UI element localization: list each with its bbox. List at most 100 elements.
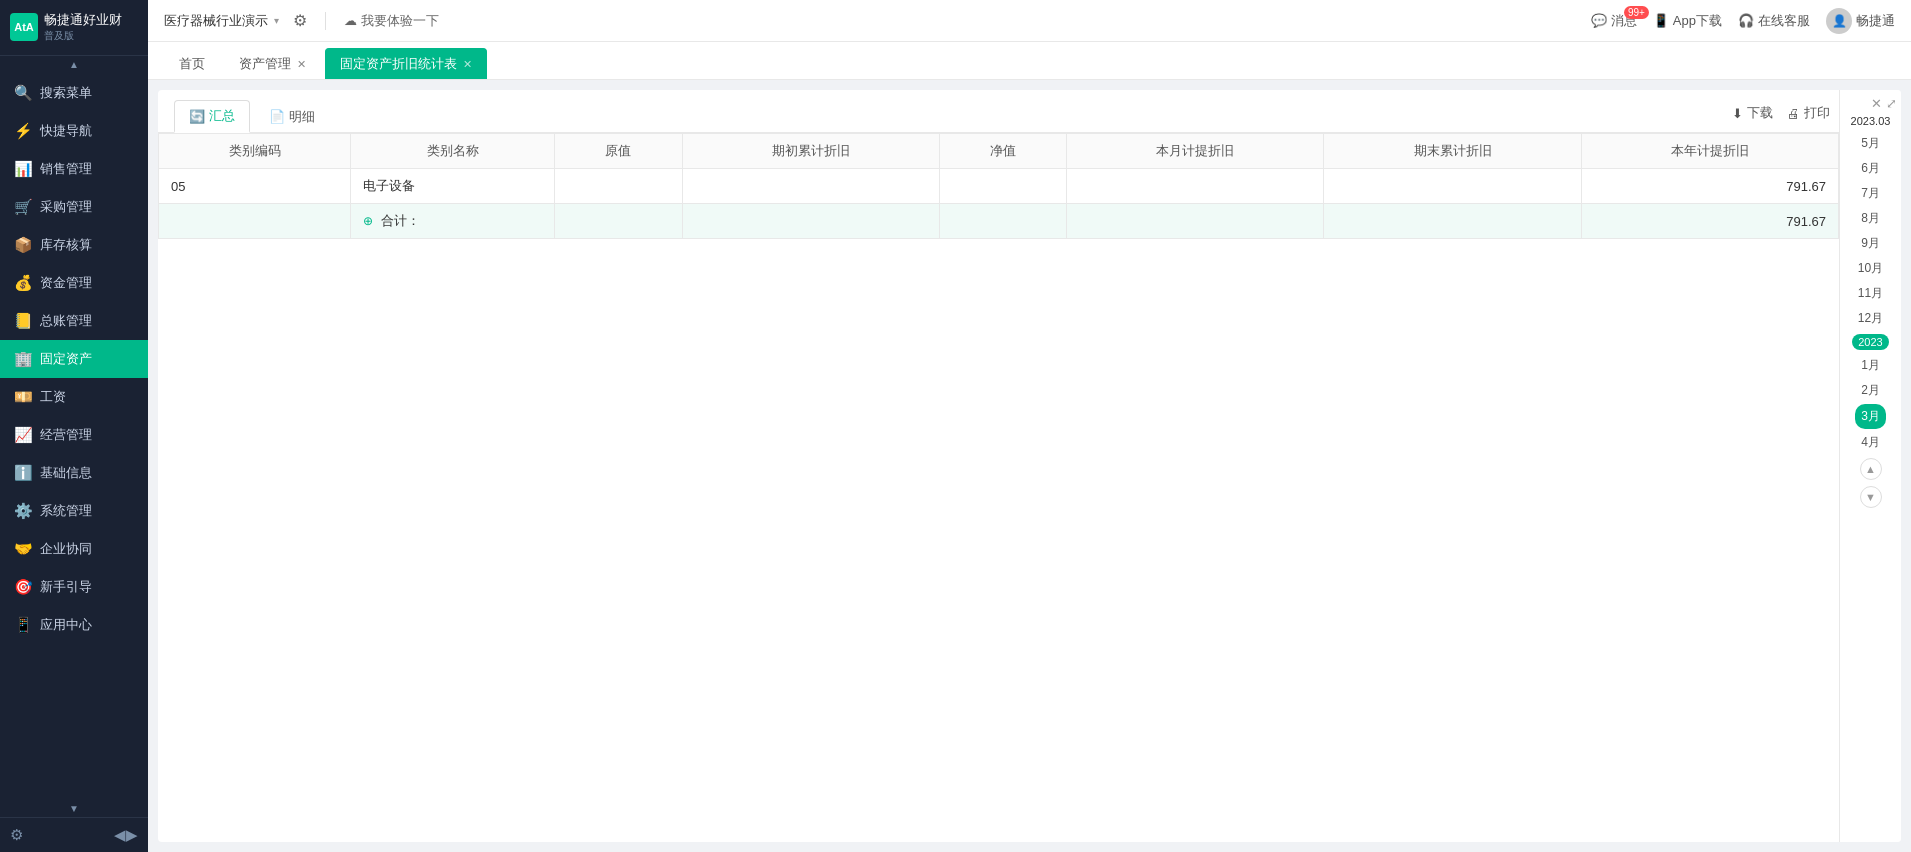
enterprise-icon: 🤝 [14, 540, 32, 558]
topbar-right: 💬 消息 99+ 📱 App下载 🎧 在线客服 👤 畅捷通 [1591, 8, 1895, 34]
right-date-panel: ✕ ⤢ 2023.03 5月 6月 7月 8月 9月 10月 11月 12月 2… [1839, 90, 1901, 842]
sidebar-header: AtA 畅捷通好业财 普及版 [0, 0, 148, 56]
month-item-10[interactable]: 10月 [1840, 256, 1901, 281]
main-content: 医疗器械行业演示 ▾ ⚙ ☁ 我要体验一下 💬 消息 99+ 📱 App下载 🎧… [148, 0, 1911, 852]
month-item-6[interactable]: 6月 [1840, 156, 1901, 181]
sidebar-item-basic-info[interactable]: ℹ️ 基础信息 [0, 454, 148, 492]
sidebar-item-app-center[interactable]: 📱 应用中心 [0, 606, 148, 644]
sidebar-item-ledger[interactable]: 📒 总账管理 [0, 302, 148, 340]
col-header-ending-accum: 期末累计折旧 [1324, 134, 1581, 169]
col-header-initial-accum: 期初累计折旧 [682, 134, 939, 169]
sidebar-sales-label: 销售管理 [40, 160, 92, 178]
download-btn[interactable]: ⬇ 下载 [1732, 104, 1773, 122]
month-item-7[interactable]: 7月 [1840, 181, 1901, 206]
print-btn[interactable]: 🖨 打印 [1787, 104, 1830, 122]
month-item-5[interactable]: 5月 [1840, 131, 1901, 156]
company-selector[interactable]: 医疗器械行业演示 ▾ [164, 12, 279, 30]
month-item-8[interactable]: 8月 [1840, 206, 1901, 231]
sidebar-scroll-up[interactable]: ▲ [67, 58, 81, 72]
sidebar-item-operations[interactable]: 📈 经营管理 [0, 416, 148, 454]
col-header-name: 类别名称 [351, 134, 555, 169]
fixed-assets-report-tab-close[interactable]: ✕ [463, 58, 472, 71]
month-item-9[interactable]: 9月 [1840, 231, 1901, 256]
headset-icon: 🎧 [1738, 13, 1754, 28]
sidebar-app-center-label: 应用中心 [40, 616, 92, 634]
sidebar-footer: ⚙ ◀▶ [0, 817, 148, 852]
asset-management-tab-close[interactable]: ✕ [297, 58, 306, 71]
total-empty-code [159, 204, 351, 239]
panel-nav-up[interactable]: ▲ [1860, 458, 1882, 480]
sidebar-basic-info-label: 基础信息 [40, 464, 92, 482]
row-code: 05 [159, 169, 351, 204]
sidebar-scroll-down[interactable]: ▼ [67, 801, 81, 815]
topbar-settings-icon[interactable]: ⚙ [293, 11, 307, 30]
tab-fixed-assets-report[interactable]: 固定资产折旧统计表 ✕ [325, 48, 487, 79]
panel-expand-btn[interactable]: ⤢ [1886, 96, 1897, 111]
row-initial-accum [682, 169, 939, 204]
ledger-icon: 📒 [14, 312, 32, 330]
year-badge-2023: 2023 [1852, 334, 1888, 350]
tab-home[interactable]: 首页 [164, 48, 220, 79]
row-annual-dep: 791.67 [1581, 169, 1838, 204]
guide-icon: 🎯 [14, 578, 32, 596]
sidebar-item-sales[interactable]: 📊 销售管理 [0, 150, 148, 188]
payroll-icon: 💴 [14, 388, 32, 406]
online-service-btn[interactable]: 🎧 在线客服 [1738, 12, 1810, 30]
collapse-sidebar-icon[interactable]: ◀▶ [114, 826, 138, 844]
purchase-icon: 🛒 [14, 198, 32, 216]
panel-nav-down[interactable]: ▼ [1860, 486, 1882, 508]
online-service-label: 在线客服 [1758, 12, 1810, 30]
sidebar: AtA 畅捷通好业财 普及版 ▲ 🔍 搜索菜单 ⚡ 快捷导航 📊 销售管理 🛒 … [0, 0, 148, 852]
sidebar-item-payroll[interactable]: 💴 工资 [0, 378, 148, 416]
sidebar-operations-label: 经营管理 [40, 426, 92, 444]
sales-icon: 📊 [14, 160, 32, 178]
sidebar-nav: 🔍 搜索菜单 ⚡ 快捷导航 📊 销售管理 🛒 采购管理 📦 库存核算 💰 资金管… [0, 74, 148, 799]
sidebar-search-label: 搜索菜单 [40, 84, 92, 102]
app-download-btn[interactable]: 📱 App下载 [1653, 12, 1722, 30]
sidebar-item-guide[interactable]: 🎯 新手引导 [0, 568, 148, 606]
cloud-icon: ☁ [344, 13, 357, 28]
table-container: 类别编码 类别名称 原值 期初累计折旧 净值 本月计提折旧 期末累计折旧 本年计… [158, 133, 1901, 842]
month-item-2[interactable]: 2月 [1840, 378, 1901, 403]
col-header-net-value: 净值 [939, 134, 1066, 169]
total-label-cell: ⊕ 合计： [351, 204, 555, 239]
month-item-1[interactable]: 1月 [1840, 353, 1901, 378]
system-icon: ⚙️ [14, 502, 32, 520]
print-icon: 🖨 [1787, 106, 1800, 121]
sidebar-item-fixed-assets[interactable]: 🏢 固定资产 [0, 340, 148, 378]
summary-tab-icon: 🔄 [189, 109, 205, 124]
month-item-11[interactable]: 11月 [1840, 281, 1901, 306]
tab-asset-management[interactable]: 资产管理 ✕ [224, 48, 321, 79]
total-ending-accum [1324, 204, 1581, 239]
panel-close-btn[interactable]: ✕ [1871, 96, 1882, 111]
user-profile-btn[interactable]: 👤 畅捷通 [1826, 8, 1895, 34]
sidebar-item-enterprise[interactable]: 🤝 企业协同 [0, 530, 148, 568]
message-icon: 💬 [1591, 13, 1607, 28]
settings-footer-icon[interactable]: ⚙ [10, 826, 23, 844]
sidebar-item-search[interactable]: 🔍 搜索菜单 [0, 74, 148, 112]
month-item-3-active[interactable]: 3月 [1855, 404, 1886, 429]
total-initial-accum [682, 204, 939, 239]
sidebar-item-quick-nav[interactable]: ⚡ 快捷导航 [0, 112, 148, 150]
experience-btn[interactable]: ☁ 我要体验一下 [344, 12, 439, 30]
sub-tab-summary[interactable]: 🔄 汇总 [174, 100, 250, 133]
message-btn[interactable]: 💬 消息 99+ [1591, 12, 1637, 30]
avatar: 👤 [1826, 8, 1852, 34]
download-icon: ⬇ [1732, 106, 1743, 121]
sidebar-item-system[interactable]: ⚙️ 系统管理 [0, 492, 148, 530]
app-title-group: 畅捷通好业财 普及版 [44, 12, 122, 43]
total-icon: ⊕ [363, 214, 373, 228]
month-item-12[interactable]: 12月 [1840, 306, 1901, 331]
quick-nav-icon: ⚡ [14, 122, 32, 140]
sub-tab-detail[interactable]: 📄 明细 [254, 101, 330, 132]
sidebar-item-finance[interactable]: 💰 资金管理 [0, 264, 148, 302]
total-monthly-dep [1067, 204, 1324, 239]
fixed-assets-report-tab-label: 固定资产折旧统计表 [340, 55, 457, 73]
month-item-4[interactable]: 4月 [1840, 430, 1901, 455]
sidebar-enterprise-label: 企业协同 [40, 540, 92, 558]
table-total-row: ⊕ 合计： 791.67 [159, 204, 1839, 239]
summary-tab-label: 汇总 [209, 107, 235, 125]
sidebar-item-purchase[interactable]: 🛒 采购管理 [0, 188, 148, 226]
finance-icon: 💰 [14, 274, 32, 292]
sidebar-item-inventory[interactable]: 📦 库存核算 [0, 226, 148, 264]
